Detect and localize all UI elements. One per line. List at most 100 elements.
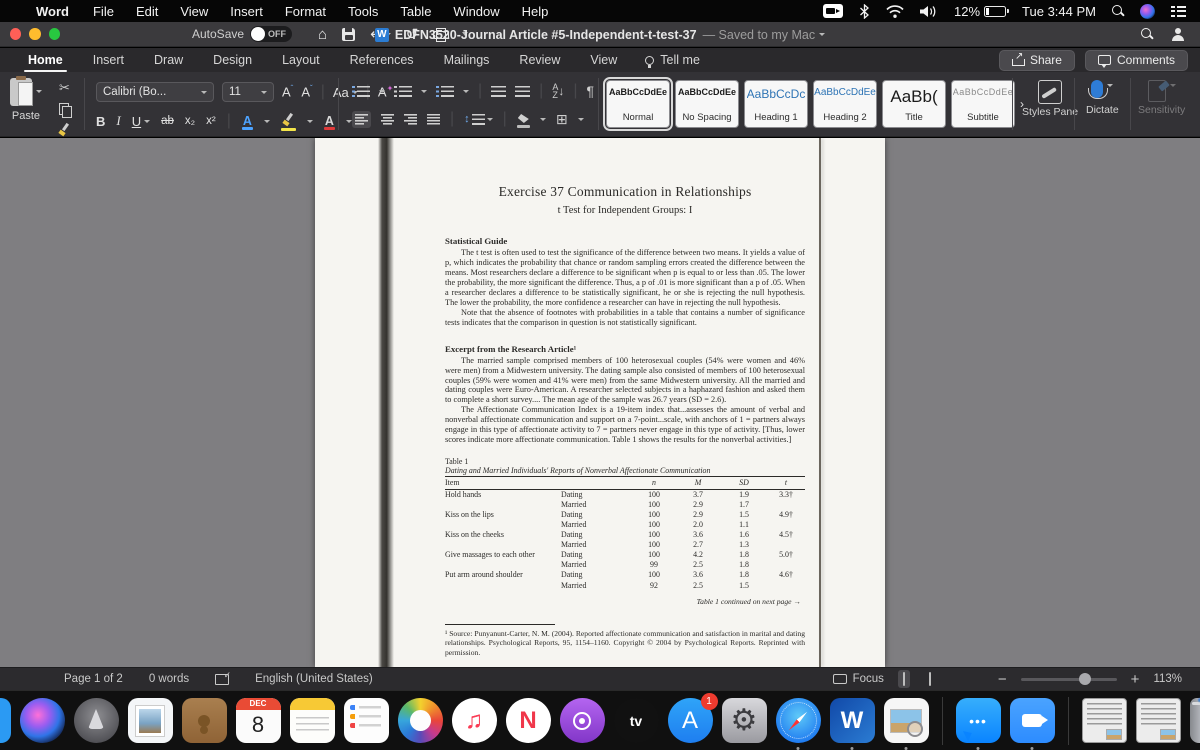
decrease-indent-button[interactable] xyxy=(491,85,507,97)
sort-button[interactable]: A Z ↓ xyxy=(552,82,564,99)
style-heading-1[interactable]: AaBbCcDc Heading 1 xyxy=(744,80,808,128)
zoom-percent[interactable]: 113% xyxy=(1153,673,1182,685)
focus-button[interactable]: Focus xyxy=(832,673,884,685)
zoom-out-button[interactable]: − xyxy=(998,671,1007,688)
zoom-in-button[interactable]: + xyxy=(1131,671,1140,688)
tab-insert[interactable]: Insert xyxy=(91,50,126,70)
zoom-slider-knob[interactable] xyxy=(1078,673,1091,685)
outline-view-button[interactable] xyxy=(950,676,960,682)
wifi-icon[interactable] xyxy=(886,4,904,18)
home-button[interactable]: ⌂ xyxy=(318,26,327,43)
share-profile-icon[interactable] xyxy=(1171,27,1184,41)
dock-messages-icon[interactable]: ••• xyxy=(955,698,1001,750)
subscript-button[interactable]: x₂ xyxy=(185,115,195,127)
show-paragraph-marks-button[interactable]: ¶ xyxy=(586,83,594,99)
dock-mail-icon[interactable] xyxy=(127,698,173,743)
text-effects-button[interactable]: A xyxy=(241,114,253,130)
font-name-select[interactable]: Calibri (Bo... xyxy=(96,82,214,102)
dock-minimized-window-2[interactable] xyxy=(1135,698,1181,743)
bluetooth-icon[interactable] xyxy=(859,3,870,19)
dock-news-icon[interactable]: N xyxy=(505,698,551,743)
justify-button[interactable] xyxy=(427,113,440,125)
menu-view[interactable]: View xyxy=(180,4,208,19)
styles-pane-button[interactable]: Styles Pane xyxy=(1022,80,1078,119)
dock-siri-icon[interactable] xyxy=(19,698,65,743)
style-no-spacing[interactable]: AaBbCcDdEe No Spacing xyxy=(675,80,739,128)
tab-design[interactable]: Design xyxy=(211,50,254,70)
customize-toolbar-button[interactable] xyxy=(462,32,469,36)
dock-trash-icon[interactable] xyxy=(1189,698,1200,743)
document-page[interactable]: Exercise 37 Communication in Relationshi… xyxy=(315,138,885,667)
word-count[interactable]: 0 words xyxy=(149,673,189,685)
fullscreen-window-button[interactable] xyxy=(48,28,60,40)
bold-button[interactable]: B xyxy=(96,114,105,129)
grow-font-button[interactable]: Aˆ xyxy=(282,84,293,99)
dock-notes-icon[interactable] xyxy=(289,698,335,743)
increase-indent-button[interactable] xyxy=(515,85,531,97)
siri-icon[interactable] xyxy=(1140,3,1155,19)
menu-help[interactable]: Help xyxy=(522,4,549,19)
minimize-window-button[interactable] xyxy=(29,28,41,40)
dock-reminders-icon[interactable] xyxy=(343,698,389,743)
document-search-icon[interactable] xyxy=(1141,28,1153,40)
volume-icon[interactable] xyxy=(920,5,938,18)
dock-contacts-icon[interactable] xyxy=(181,698,227,743)
style-heading-2[interactable]: AaBbCcDdEe Heading 2 xyxy=(813,80,877,128)
undo-button[interactable]: ↩ xyxy=(370,25,391,43)
italic-button[interactable]: I xyxy=(116,113,120,129)
dictate-button[interactable]: Dictate xyxy=(1086,80,1119,117)
strikethrough-button[interactable]: ab xyxy=(161,115,174,127)
numbered-list-button[interactable] xyxy=(394,85,412,97)
menu-file[interactable]: File xyxy=(93,4,114,19)
tab-references[interactable]: References xyxy=(348,50,416,70)
style-subtitle[interactable]: AaBbCcDdEe Subtitle xyxy=(951,80,1015,128)
dock-safari-icon[interactable] xyxy=(775,698,821,750)
underline-button[interactable]: U xyxy=(132,114,151,129)
tab-review[interactable]: Review xyxy=(517,50,562,70)
copy-button[interactable] xyxy=(58,103,72,118)
dock-finder-icon[interactable] xyxy=(0,698,11,743)
dock-minimized-window-1[interactable] xyxy=(1081,698,1127,743)
comments-button[interactable]: Comments xyxy=(1084,49,1188,71)
print-layout-view-button[interactable] xyxy=(897,670,910,688)
redo-button[interactable]: ↺ xyxy=(406,25,419,43)
paste-button[interactable]: Paste xyxy=(10,76,42,122)
tab-home[interactable]: Home xyxy=(24,50,67,72)
line-spacing-button[interactable]: ↕ xyxy=(464,113,493,125)
tab-draw[interactable]: Draw xyxy=(152,50,185,70)
menu-tools[interactable]: Tools xyxy=(348,4,378,19)
highlight-button[interactable] xyxy=(280,113,296,131)
menu-insert[interactable]: Insert xyxy=(230,4,263,19)
document-canvas[interactable]: Exercise 37 Communication in Relationshi… xyxy=(0,138,1200,667)
multilevel-list-button[interactable] xyxy=(436,85,454,97)
autosave-toggle[interactable]: AutoSave OFF xyxy=(192,26,293,42)
proofing-status-icon[interactable] xyxy=(215,670,231,685)
language-indicator[interactable]: English (United States) xyxy=(255,673,373,685)
web-layout-view-button[interactable] xyxy=(924,670,936,688)
dock-system-preferences-icon[interactable]: ⚙ xyxy=(721,698,767,743)
shading-button[interactable] xyxy=(516,112,530,128)
share-button[interactable]: Share xyxy=(998,49,1075,71)
menu-window[interactable]: Window xyxy=(453,4,499,19)
battery-indicator[interactable]: 12% xyxy=(954,4,1010,19)
menu-edit[interactable]: Edit xyxy=(136,4,158,19)
tab-layout[interactable]: Layout xyxy=(280,50,322,70)
zoom-slider[interactable] xyxy=(1020,673,1117,685)
save-button[interactable] xyxy=(342,27,356,41)
dock-launchpad-icon[interactable] xyxy=(73,698,119,743)
dock-music-icon[interactable]: ♫ xyxy=(451,698,497,743)
align-left-button[interactable] xyxy=(352,110,371,128)
superscript-button[interactable]: x² xyxy=(206,115,216,127)
menu-format[interactable]: Format xyxy=(285,4,326,19)
dock-photos-icon[interactable] xyxy=(397,698,443,743)
borders-button[interactable]: ⊞ xyxy=(556,111,568,128)
spotlight-search-icon[interactable] xyxy=(1112,5,1124,17)
close-window-button[interactable] xyxy=(10,28,22,40)
bullet-list-button[interactable] xyxy=(352,85,370,97)
print-button[interactable] xyxy=(433,28,450,42)
page-indicator[interactable]: Page 1 of 2 xyxy=(64,673,123,685)
style-normal[interactable]: AaBbCcDdEe Normal xyxy=(603,77,673,131)
format-painter-button[interactable] xyxy=(58,123,71,136)
tab-mailings[interactable]: Mailings xyxy=(442,50,492,70)
dock-preview-icon[interactable] xyxy=(883,698,929,750)
